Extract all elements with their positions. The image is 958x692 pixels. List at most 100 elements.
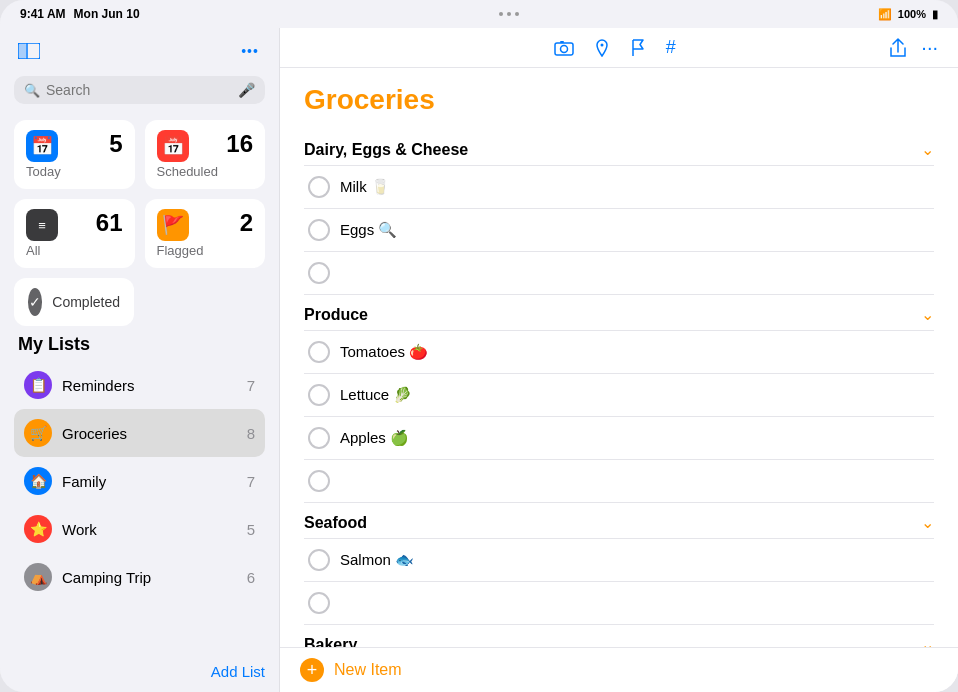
scheduled-label: Scheduled [157, 164, 254, 179]
dairy-title: Dairy, Eggs & Cheese [304, 141, 468, 159]
groceries-name: Groceries [62, 425, 237, 442]
svg-rect-0 [18, 43, 26, 59]
reminder-apples: Apples 🍏 [304, 417, 934, 460]
today-label: Today [26, 164, 123, 179]
salmon-text: Salmon 🐟 [340, 551, 934, 569]
toolbar-right: ··· [889, 36, 938, 59]
list-item-work[interactable]: ⭐ Work 5 [14, 505, 265, 553]
dot2 [507, 12, 511, 16]
add-list-button[interactable]: Add List [211, 663, 265, 680]
family-count: 7 [247, 473, 255, 490]
smart-tile-today[interactable]: 📅 5 Today [14, 120, 135, 189]
status-bar: 9:41 AM Mon Jun 10 📶 100% ▮ [0, 0, 958, 28]
camera-icon[interactable] [554, 40, 574, 56]
today-icon: 📅 [26, 130, 58, 162]
svg-rect-5 [560, 41, 564, 43]
produce-chevron[interactable]: ⌄ [921, 305, 934, 324]
reminder-lettuce: Lettuce 🥬 [304, 374, 934, 417]
dairy-empty-checkbox[interactable] [308, 262, 330, 284]
bakery-title: Bakery [304, 636, 357, 648]
reminder-milk: Milk 🥛 [304, 166, 934, 209]
reminder-tomatoes: Tomatoes 🍅 [304, 331, 934, 374]
produce-empty-checkbox[interactable] [308, 470, 330, 492]
list-item-reminders[interactable]: 📋 Reminders 7 [14, 361, 265, 409]
eggs-checkbox[interactable] [308, 219, 330, 241]
list-item-family[interactable]: 🏠 Family 7 [14, 457, 265, 505]
more-options-icon[interactable]: ··· [921, 36, 938, 59]
sidebar-more-button[interactable]: ••• [235, 36, 265, 66]
seafood-chevron[interactable]: ⌄ [921, 513, 934, 532]
groceries-icon: 🛒 [24, 419, 52, 447]
reminder-salmon: Salmon 🐟 [304, 539, 934, 582]
ipad-frame: 9:41 AM Mon Jun 10 📶 100% ▮ [0, 0, 958, 692]
toolbar-center: # [554, 37, 676, 58]
my-lists-section: My Lists 📋 Reminders 7 🛒 Groceries 8 [0, 334, 279, 655]
groceries-count: 8 [247, 425, 255, 442]
share-icon[interactable] [889, 38, 907, 58]
hashtag-icon[interactable]: # [666, 37, 676, 58]
search-input[interactable] [46, 82, 232, 98]
search-bar[interactable]: 🔍 🎤 [14, 76, 265, 104]
seafood-title-row: Seafood ⌄ [304, 507, 934, 539]
all-count: 61 [96, 209, 123, 237]
sidebar-footer: Add List [0, 655, 279, 692]
smart-lists-grid: 📅 5 Today 📅 16 Scheduled ≡ 61 [0, 110, 279, 278]
list-item-camping[interactable]: ⛺ Camping Trip 6 [14, 553, 265, 601]
sidebar-toggle-button[interactable] [14, 36, 44, 66]
battery-icon: ▮ [932, 8, 938, 21]
camping-count: 6 [247, 569, 255, 586]
milk-checkbox[interactable] [308, 176, 330, 198]
work-count: 5 [247, 521, 255, 538]
smart-tile-scheduled[interactable]: 📅 16 Scheduled [145, 120, 266, 189]
completed-section: ✓ Completed [0, 278, 279, 334]
tomatoes-checkbox[interactable] [308, 341, 330, 363]
seafood-title: Seafood [304, 514, 367, 532]
location-icon[interactable] [594, 39, 610, 57]
flagged-label: Flagged [157, 243, 254, 258]
dairy-title-row: Dairy, Eggs & Cheese ⌄ [304, 134, 934, 166]
all-label: All [26, 243, 123, 258]
milk-text: Milk 🥛 [340, 178, 934, 196]
main-layout: ••• 🔍 🎤 📅 5 Today [0, 28, 958, 692]
status-bar-right: 📶 100% ▮ [878, 8, 938, 21]
list-item-groceries[interactable]: 🛒 Groceries 8 [14, 409, 265, 457]
camping-icon: ⛺ [24, 563, 52, 591]
salmon-checkbox[interactable] [308, 549, 330, 571]
reminders-name: Reminders [62, 377, 237, 394]
flag-icon[interactable] [630, 39, 646, 57]
work-icon: ⭐ [24, 515, 52, 543]
status-bar-center [499, 12, 519, 16]
new-item-label[interactable]: New Item [334, 661, 402, 679]
apples-checkbox[interactable] [308, 427, 330, 449]
smart-tile-flagged[interactable]: 🚩 2 Flagged [145, 199, 266, 268]
scheduled-count: 16 [226, 130, 253, 158]
lettuce-text: Lettuce 🥬 [340, 386, 934, 404]
section-dairy: Dairy, Eggs & Cheese ⌄ Milk 🥛 Eggs 🔍 [304, 134, 934, 295]
lettuce-checkbox[interactable] [308, 384, 330, 406]
camping-name: Camping Trip [62, 569, 237, 586]
completed-check-icon: ✓ [28, 288, 42, 316]
status-date: Mon Jun 10 [74, 7, 140, 21]
dairy-empty-row [304, 252, 934, 295]
completed-label: Completed [52, 294, 120, 310]
reminder-eggs: Eggs 🔍 [304, 209, 934, 252]
apples-text: Apples 🍏 [340, 429, 934, 447]
smart-tile-all[interactable]: ≡ 61 All [14, 199, 135, 268]
content-toolbar: # ··· [280, 28, 958, 68]
svg-point-4 [560, 45, 567, 52]
eggs-text: Eggs 🔍 [340, 221, 934, 239]
wifi-icon: 📶 [878, 8, 892, 21]
produce-empty-row [304, 460, 934, 503]
scheduled-icon: 📅 [157, 130, 189, 162]
search-icon: 🔍 [24, 83, 40, 98]
completed-tile[interactable]: ✓ Completed [14, 278, 134, 326]
sidebar: ••• 🔍 🎤 📅 5 Today [0, 28, 280, 692]
seafood-empty-checkbox[interactable] [308, 592, 330, 614]
mic-icon[interactable]: 🎤 [238, 82, 255, 98]
new-item-plus-button[interactable]: + [300, 658, 324, 682]
bakery-chevron[interactable]: ⌄ [921, 635, 934, 647]
dairy-chevron[interactable]: ⌄ [921, 140, 934, 159]
content-scroll[interactable]: Groceries Dairy, Eggs & Cheese ⌄ Milk 🥛 … [280, 68, 958, 647]
seafood-empty-row [304, 582, 934, 625]
section-seafood: Seafood ⌄ Salmon 🐟 [304, 507, 934, 625]
